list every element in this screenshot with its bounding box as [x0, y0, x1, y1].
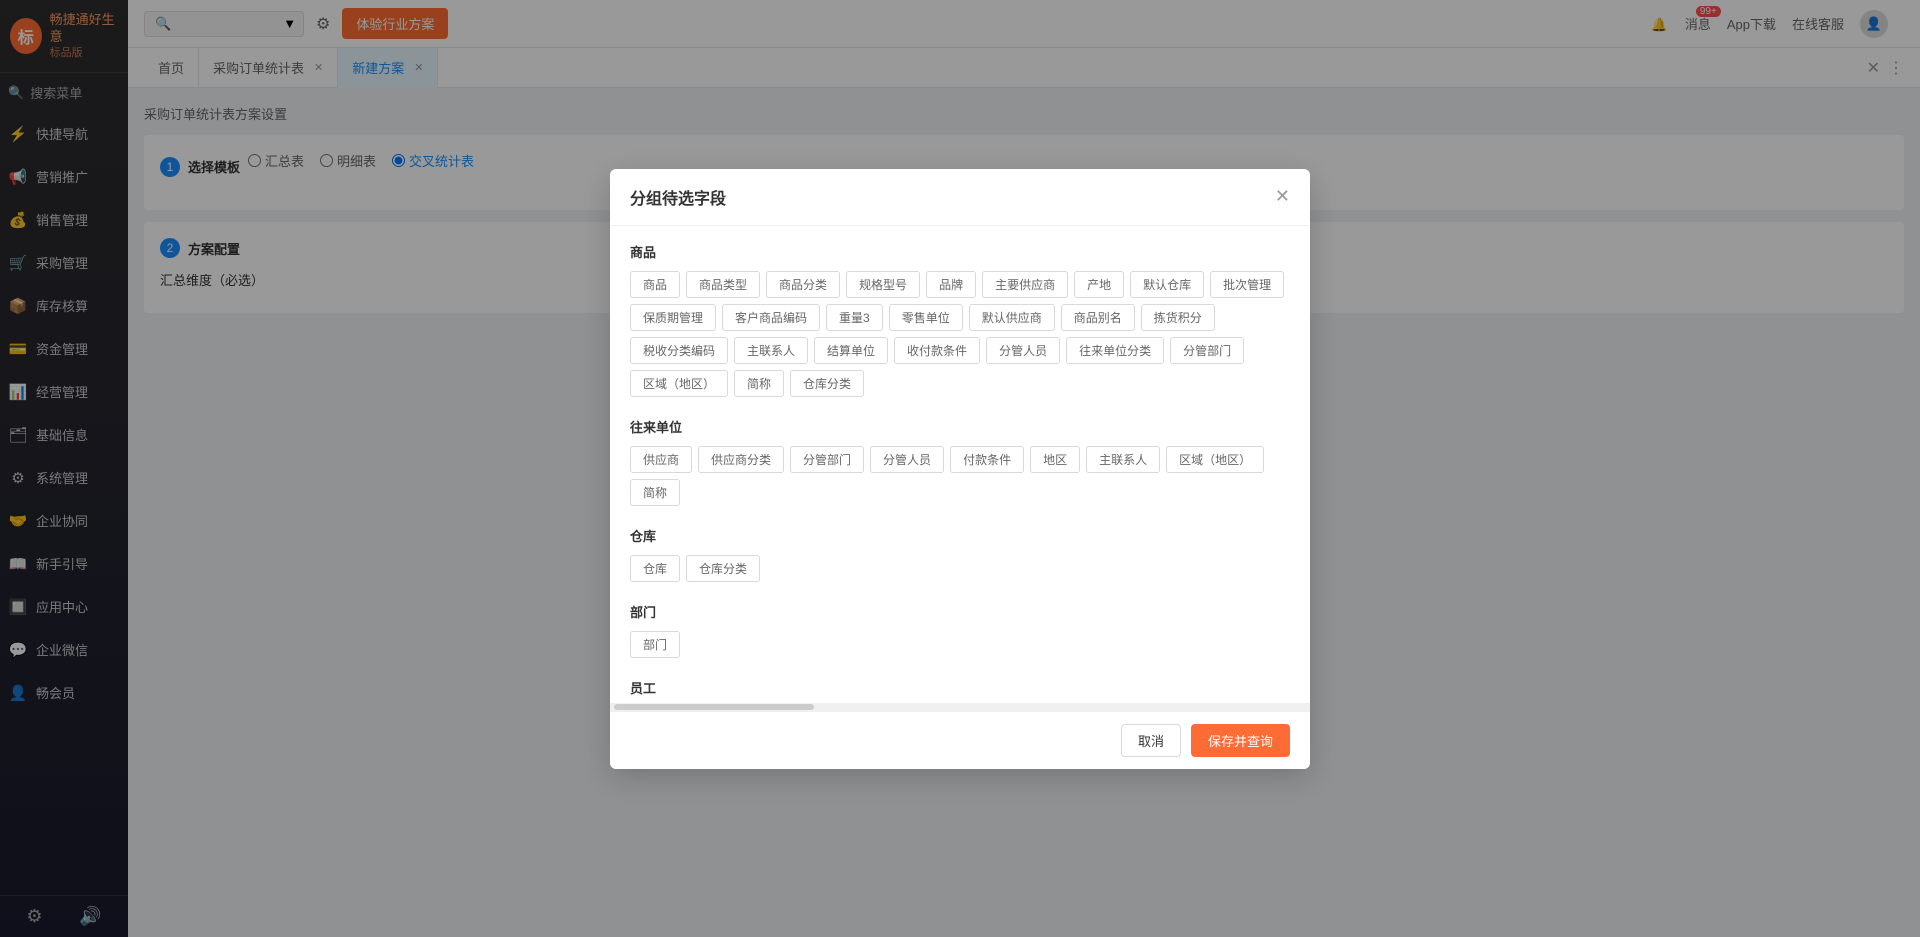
section-partner: 往来单位 供应商 供应商分类 分管部门 分管人员 付款条件 地区 主联系人 区域…	[630, 417, 1290, 506]
cancel-button[interactable]: 取消	[1121, 724, 1181, 757]
field-supplier[interactable]: 供应商	[630, 446, 692, 473]
field-dept-field[interactable]: 部门	[630, 631, 680, 658]
section-partner-fields: 供应商 供应商分类 分管部门 分管人员 付款条件 地区 主联系人 区域（地区） …	[630, 446, 1290, 506]
section-product-fields: 商品 商品类型 商品分类 规格型号 品牌 主要供应商 产地 默认仓库 批次管理 …	[630, 271, 1290, 397]
field-default-warehouse[interactable]: 默认仓库	[1130, 271, 1204, 298]
modal-close-button[interactable]: ✕	[1275, 186, 1290, 207]
field-default-supplier[interactable]: 默认供应商	[969, 304, 1055, 331]
field-expiry-mgmt[interactable]: 保质期管理	[630, 304, 716, 331]
field-weight3[interactable]: 重量3	[826, 304, 883, 331]
field-area[interactable]: 地区	[1030, 446, 1080, 473]
field-retail-unit[interactable]: 零售单位	[889, 304, 963, 331]
field-payment-cond[interactable]: 付款条件	[950, 446, 1024, 473]
field-dept[interactable]: 分管部门	[790, 446, 864, 473]
field-warehouse-cat[interactable]: 仓库分类	[790, 370, 864, 397]
section-department-title: 部门	[630, 602, 1290, 621]
field-commodity-type[interactable]: 商品类型	[686, 271, 760, 298]
confirm-button[interactable]: 保存并查询	[1191, 724, 1290, 757]
modal-scrollbar-x-thumb[interactable]	[614, 704, 814, 710]
field-region-area[interactable]: 区域（地区）	[630, 370, 728, 397]
field-spec-type[interactable]: 规格型号	[846, 271, 920, 298]
modal-body: 商品 商品 商品类型 商品分类 规格型号 品牌 主要供应商 产地 默认仓库 批次…	[610, 226, 1310, 703]
section-product: 商品 商品 商品类型 商品分类 规格型号 品牌 主要供应商 产地 默认仓库 批次…	[630, 242, 1290, 397]
field-settlement-unit[interactable]: 结算单位	[814, 337, 888, 364]
field-batch-mgmt[interactable]: 批次管理	[1210, 271, 1284, 298]
section-partner-title: 往来单位	[630, 417, 1290, 436]
field-dept-mgmt[interactable]: 分管部门	[1170, 337, 1244, 364]
field-main-supplier[interactable]: 主要供应商	[982, 271, 1068, 298]
field-warehouse-category[interactable]: 仓库分类	[686, 555, 760, 582]
field-dept-staff[interactable]: 分管人员	[870, 446, 944, 473]
field-main-contact[interactable]: 主联系人	[734, 337, 808, 364]
modal-scrollbar-x[interactable]	[610, 703, 1310, 711]
field-region2[interactable]: 区域（地区）	[1166, 446, 1264, 473]
field-select-modal: 分组待选字段 ✕ 商品 商品 商品类型 商品分类 规格型号 品牌 主要供应商 产…	[610, 169, 1310, 769]
field-brand[interactable]: 品牌	[926, 271, 976, 298]
section-product-title: 商品	[630, 242, 1290, 261]
field-short-name[interactable]: 简称	[734, 370, 784, 397]
modal-footer: 取消 保存并查询	[610, 711, 1310, 769]
field-alias[interactable]: 商品别名	[1061, 304, 1135, 331]
field-commodity-category[interactable]: 商品分类	[766, 271, 840, 298]
modal-overlay: 分组待选字段 ✕ 商品 商品 商品类型 商品分类 规格型号 品牌 主要供应商 产…	[0, 0, 1920, 937]
field-contact[interactable]: 主联系人	[1086, 446, 1160, 473]
field-warehouse[interactable]: 仓库	[630, 555, 680, 582]
field-origin-unit[interactable]: 往来单位分类	[1066, 337, 1164, 364]
section-warehouse-fields: 仓库 仓库分类	[630, 555, 1290, 582]
section-staff-title: 员工	[630, 678, 1290, 697]
field-abbr[interactable]: 简称	[630, 479, 680, 506]
field-pickup-score[interactable]: 拣货积分	[1141, 304, 1215, 331]
field-payment-terms[interactable]: 收付款条件	[894, 337, 980, 364]
field-manager[interactable]: 分管人员	[986, 337, 1060, 364]
section-warehouse-title: 仓库	[630, 526, 1290, 545]
field-commodity[interactable]: 商品	[630, 271, 680, 298]
section-staff: 员工 业务员	[630, 678, 1290, 703]
modal-title: 分组待选字段	[630, 185, 726, 209]
field-supplier-cat[interactable]: 供应商分类	[698, 446, 784, 473]
section-department: 部门 部门	[630, 602, 1290, 658]
field-customer-code[interactable]: 客户商品编码	[722, 304, 820, 331]
field-tax-code[interactable]: 税收分类编码	[630, 337, 728, 364]
section-department-fields: 部门	[630, 631, 1290, 658]
field-origin[interactable]: 产地	[1074, 271, 1124, 298]
section-warehouse: 仓库 仓库 仓库分类	[630, 526, 1290, 582]
modal-header: 分组待选字段 ✕	[610, 169, 1310, 226]
